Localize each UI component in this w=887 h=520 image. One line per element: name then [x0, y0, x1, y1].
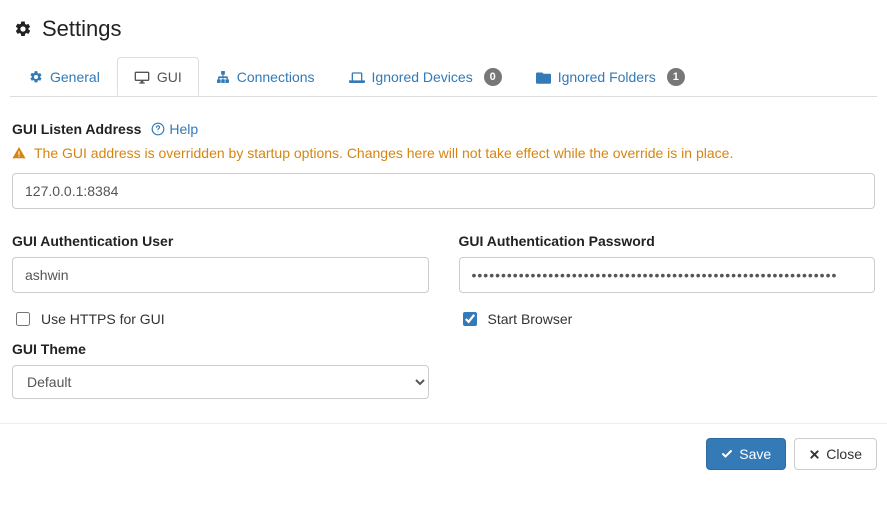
theme-select[interactable]: Default [12, 365, 429, 399]
tab-general[interactable]: General [12, 57, 117, 96]
use-https-row[interactable]: Use HTTPS for GUI [12, 309, 429, 329]
auth-password-input[interactable] [459, 257, 876, 293]
listen-address-input[interactable] [12, 173, 875, 209]
auth-user-label: GUI Authentication User [12, 233, 429, 249]
page-title-bar: Settings [10, 8, 877, 56]
gear-icon [14, 20, 32, 38]
tab-label: Connections [237, 69, 315, 85]
close-icon [809, 449, 820, 460]
check-icon [721, 448, 733, 460]
tab-ignored-folders[interactable]: Ignored Folders 1 [519, 56, 702, 97]
sitemap-icon [216, 70, 230, 84]
theme-label: GUI Theme [12, 341, 429, 357]
save-label: Save [739, 446, 771, 462]
tab-connections[interactable]: Connections [199, 57, 332, 96]
folder-icon [536, 71, 551, 84]
auth-password-label: GUI Authentication Password [459, 233, 876, 249]
listen-address-label: GUI Listen Address [12, 121, 141, 137]
tab-label: General [50, 69, 100, 85]
help-link[interactable]: Help [151, 121, 198, 137]
monitor-icon [134, 70, 150, 84]
tab-label: Ignored Devices [372, 69, 473, 85]
help-label: Help [169, 121, 198, 137]
start-browser-row[interactable]: Start Browser [459, 309, 876, 329]
tab-label: Ignored Folders [558, 69, 656, 85]
question-circle-icon [151, 122, 165, 136]
use-https-label: Use HTTPS for GUI [41, 311, 165, 327]
listen-address-label-row: GUI Listen Address Help [12, 121, 875, 137]
close-label: Close [826, 446, 862, 462]
override-warning-text: The GUI address is overridden by startup… [34, 145, 733, 161]
gear-icon [29, 70, 43, 84]
tab-gui[interactable]: GUI [117, 57, 199, 96]
override-warning: The GUI address is overridden by startup… [12, 145, 875, 161]
use-https-checkbox[interactable] [16, 312, 30, 326]
tab-ignored-devices[interactable]: Ignored Devices 0 [332, 56, 519, 97]
gui-panel: GUI Listen Address Help The GUI address … [10, 97, 877, 409]
laptop-icon [349, 70, 365, 84]
footer: Save Close [0, 423, 887, 484]
tabs: General GUI Connections Ignored Devices … [10, 56, 877, 97]
save-button[interactable]: Save [706, 438, 786, 470]
start-browser-label: Start Browser [488, 311, 573, 327]
page-title: Settings [42, 16, 122, 42]
badge-count: 1 [667, 68, 685, 86]
auth-user-input[interactable] [12, 257, 429, 293]
warning-triangle-icon [12, 146, 26, 160]
tab-label: GUI [157, 69, 182, 85]
badge-count: 0 [484, 68, 502, 86]
start-browser-checkbox[interactable] [463, 312, 477, 326]
close-button[interactable]: Close [794, 438, 877, 470]
